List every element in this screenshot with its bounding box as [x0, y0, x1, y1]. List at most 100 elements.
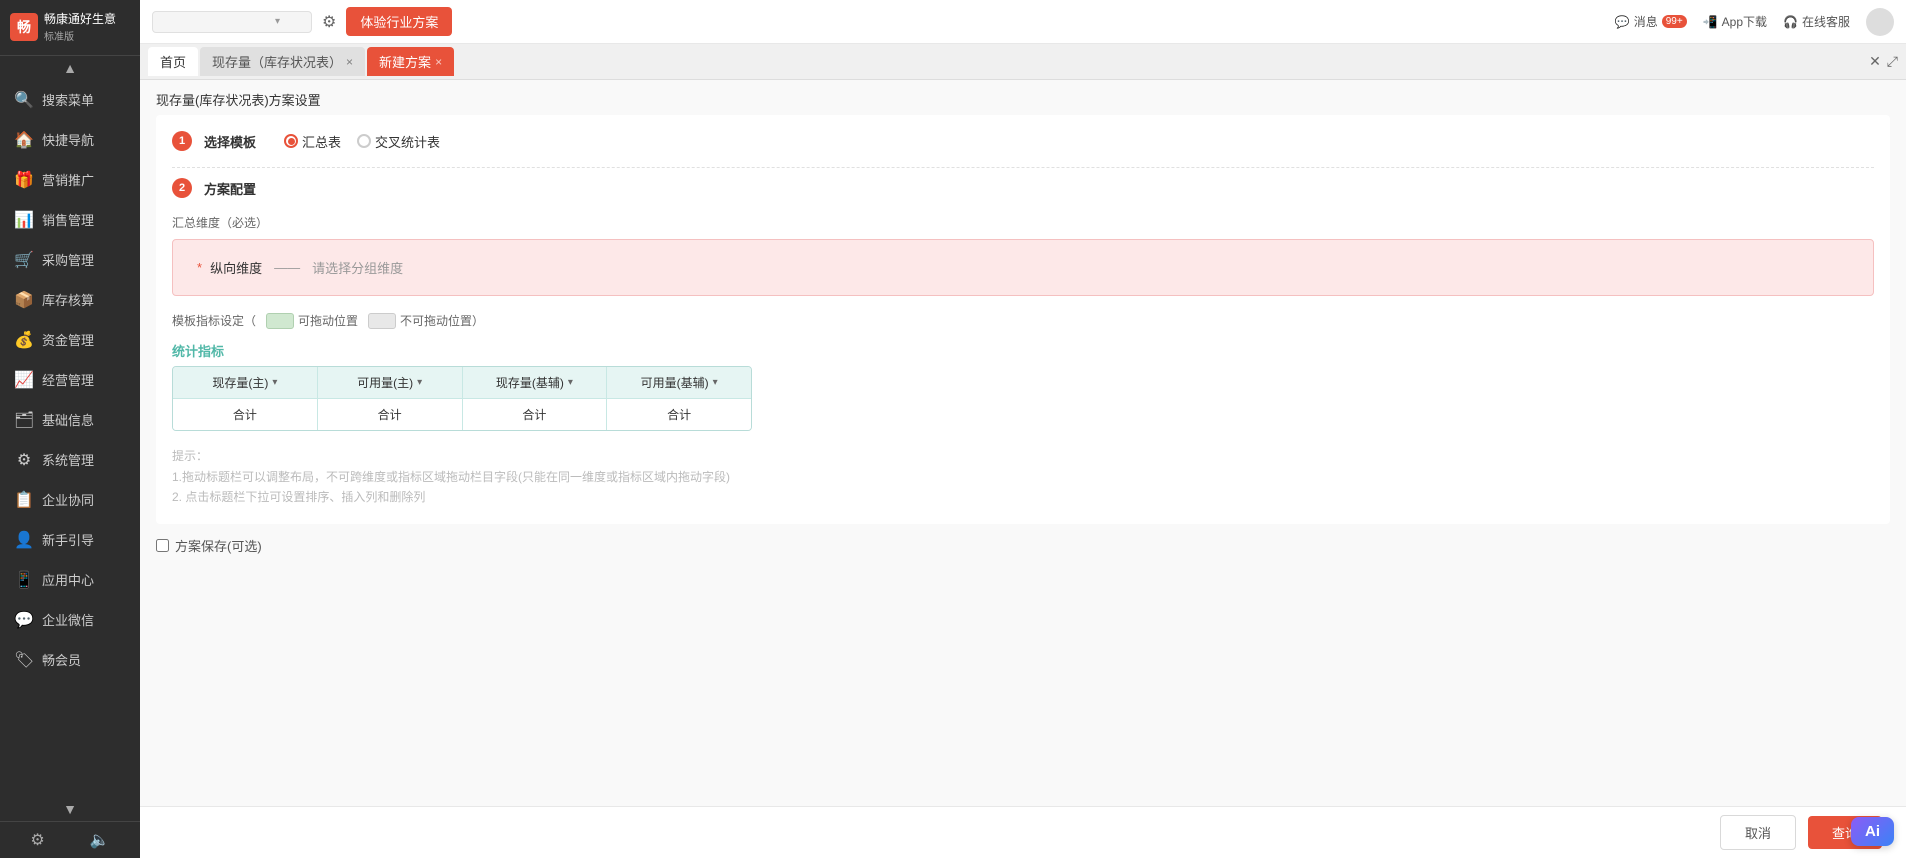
app-name: 畅康通好生意: [44, 12, 116, 28]
tab-home[interactable]: 首页: [148, 47, 198, 76]
step2-badge: 2: [172, 178, 192, 198]
tab-new-scheme-label: 新建方案: [379, 52, 431, 71]
window-expand-btn[interactable]: ⤢: [1887, 53, 1898, 70]
message-icon: 💬: [1615, 15, 1630, 29]
sidebar-item-label: 畅会员: [42, 650, 81, 669]
sidebar-item-newbie[interactable]: 👤 新手引导: [0, 520, 140, 560]
sidebar-item-finance[interactable]: 💰 资金管理: [0, 320, 140, 360]
sidebar-item-inventory[interactable]: 📦 库存核算: [0, 280, 140, 320]
window-close-btn[interactable]: ✕: [1869, 53, 1881, 70]
app-logo: 畅 畅康通好生意 标准版: [0, 0, 140, 56]
radio-dot-summary: [284, 134, 298, 148]
tag-icon: 🏷: [14, 650, 34, 670]
stats-body-col-3: 合计: [607, 398, 751, 430]
stats-body-col-0: 合计: [173, 398, 318, 430]
stats-title: 统计指标: [172, 341, 1874, 360]
chart-icon: 📊: [14, 210, 34, 230]
stats-table: 现存量(主) ▾ 可用量(主) ▾: [172, 366, 752, 431]
search-input[interactable]: [161, 15, 271, 29]
stats-table-body: 合计 合计 合计 合计: [173, 398, 751, 430]
messages-item[interactable]: 💬 消息 99+: [1615, 13, 1687, 30]
box-icon: 📦: [14, 290, 34, 310]
sidebar-item-purchase[interactable]: 🛒 采购管理: [0, 240, 140, 280]
stats-col-dropdown-1[interactable]: ▾: [417, 377, 422, 388]
radio-summary[interactable]: 汇总表: [284, 132, 341, 151]
sidebar-item-quicknav[interactable]: 🏠 快捷导航: [0, 120, 140, 160]
stats-section: 统计指标 现存量(主) ▾ 可用量(主): [172, 341, 1874, 431]
stats-body-col-2: 合计: [463, 398, 608, 430]
cancel-button[interactable]: 取消: [1720, 815, 1796, 850]
template-radio-group: 汇总表 交叉统计表: [284, 132, 440, 151]
save-checkbox-input[interactable]: [156, 539, 169, 552]
messages-label: 消息: [1634, 13, 1658, 30]
dimension-config-label: 汇总维度（必选）: [172, 214, 1874, 231]
online-service-label: 在线客服: [1802, 13, 1850, 30]
settings-bottom-btn[interactable]: ⚙: [30, 830, 44, 850]
top-header: ▾ ⚙ 体验行业方案 💬 消息 99+ 📲 App下载 🎧 在线客服: [140, 0, 1906, 44]
sidebar-item-label: 经营管理: [42, 370, 94, 389]
ai-fab-button[interactable]: Ai: [1851, 817, 1894, 846]
tip-text-1: 2. 点击标题栏下拉可设置排序、插入列和删除列: [172, 490, 425, 504]
gear-button[interactable]: ⚙: [322, 12, 336, 32]
stats-col-2: 现存量(基辅) ▾: [463, 367, 608, 398]
stats-col-label-2: 现存量(基辅): [496, 374, 564, 391]
nondraggable-label: 不可拖动位置）: [400, 312, 484, 329]
page-header: 现存量(库存状况表)方案设置: [140, 80, 1906, 115]
clipboard-icon: 📋: [14, 490, 34, 510]
sidebar-item-basics[interactable]: 🗂 基础信息: [0, 400, 140, 440]
stats-col-header-3: 可用量(基辅) ▾: [607, 367, 751, 398]
dimension-placeholder[interactable]: 请选择分组维度: [312, 258, 403, 277]
search-area[interactable]: ▾: [152, 11, 312, 33]
gear-icon: ⚙: [14, 450, 34, 470]
user-avatar[interactable]: [1866, 8, 1894, 36]
draggable-box: [266, 313, 294, 329]
radio-cross-label: 交叉统计表: [375, 132, 440, 151]
stats-col-dropdown-2[interactable]: ▾: [568, 377, 573, 388]
sidebar-item-label: 应用中心: [42, 570, 94, 589]
sidebar-item-sales[interactable]: 📊 销售管理: [0, 200, 140, 240]
sidebar-item-enterprise[interactable]: 📋 企业协同: [0, 480, 140, 520]
tab-new-scheme[interactable]: 新建方案 ×: [367, 47, 454, 76]
stats-body-cell-1: 合计: [318, 398, 462, 430]
tab-inventory-close-btn[interactable]: ×: [346, 55, 353, 69]
stats-col-header-2: 现存量(基辅) ▾: [463, 367, 607, 398]
sidebar-item-system[interactable]: ⚙ 系统管理: [0, 440, 140, 480]
sidebar-item-label: 新手引导: [42, 530, 94, 549]
tab-inventory-status[interactable]: 现存量（库存状况表） ×: [200, 47, 365, 76]
tips-header: 提示：: [172, 447, 1874, 464]
radio-cross[interactable]: 交叉统计表: [357, 132, 440, 151]
person-icon: 👤: [14, 530, 34, 550]
app-download-item[interactable]: 📲 App下载: [1703, 13, 1767, 30]
sidebar-item-operations[interactable]: 📈 经营管理: [0, 360, 140, 400]
search-dropdown-arrow[interactable]: ▾: [275, 16, 280, 27]
sidebar-item-label: 销售管理: [42, 210, 94, 229]
stats-col-dropdown-3[interactable]: ▾: [713, 377, 718, 388]
speaker-bottom-btn[interactable]: 🔈: [90, 830, 110, 850]
stats-col-dropdown-0[interactable]: ▾: [272, 377, 277, 388]
step1-title: 选择模板: [204, 132, 256, 151]
messages-badge: 99+: [1662, 15, 1687, 28]
sidebar-scroll-down-btn[interactable]: ▼: [0, 797, 140, 821]
stats-body-cell-2: 合计: [463, 398, 607, 430]
page-bottom: 方案保存(可选): [140, 524, 1906, 567]
sidebar-item-search[interactable]: 🔍 搜索菜单: [0, 80, 140, 120]
tip-text-0: 1.拖动标题栏可以调整布局，不可跨维度或指标区域拖动栏目字段(只能在同一维度或指…: [172, 470, 730, 484]
tab-new-scheme-close-btn[interactable]: ×: [435, 55, 442, 69]
indicator-nondraggable: 不可拖动位置）: [368, 312, 484, 329]
stats-col-label-0: 现存量(主): [212, 374, 268, 391]
logo-icon: 畅: [10, 13, 38, 41]
tips-section: 提示： 1.拖动标题栏可以调整布局，不可跨维度或指标区域拖动栏目字段(只能在同一…: [172, 447, 1874, 505]
stats-col-3: 可用量(基辅) ▾: [607, 367, 751, 398]
sidebar-item-label: 库存核算: [42, 290, 94, 309]
money-icon: 💰: [14, 330, 34, 350]
sidebar-item-wechat[interactable]: 💬 企业微信: [0, 600, 140, 640]
dimension-required-star: *: [197, 260, 202, 275]
sidebar-scroll-up-btn[interactable]: ▲: [0, 56, 140, 80]
sidebar-item-marketing[interactable]: 🎁 营销推广: [0, 160, 140, 200]
save-checkbox-label[interactable]: 方案保存(可选): [156, 536, 262, 555]
sidebar-item-label: 资金管理: [42, 330, 94, 349]
trial-industry-button[interactable]: 体验行业方案: [346, 7, 452, 36]
online-service-item[interactable]: 🎧 在线客服: [1783, 13, 1850, 30]
sidebar-item-apps[interactable]: 📱 应用中心: [0, 560, 140, 600]
sidebar-item-membership[interactable]: 🏷 畅会员: [0, 640, 140, 680]
